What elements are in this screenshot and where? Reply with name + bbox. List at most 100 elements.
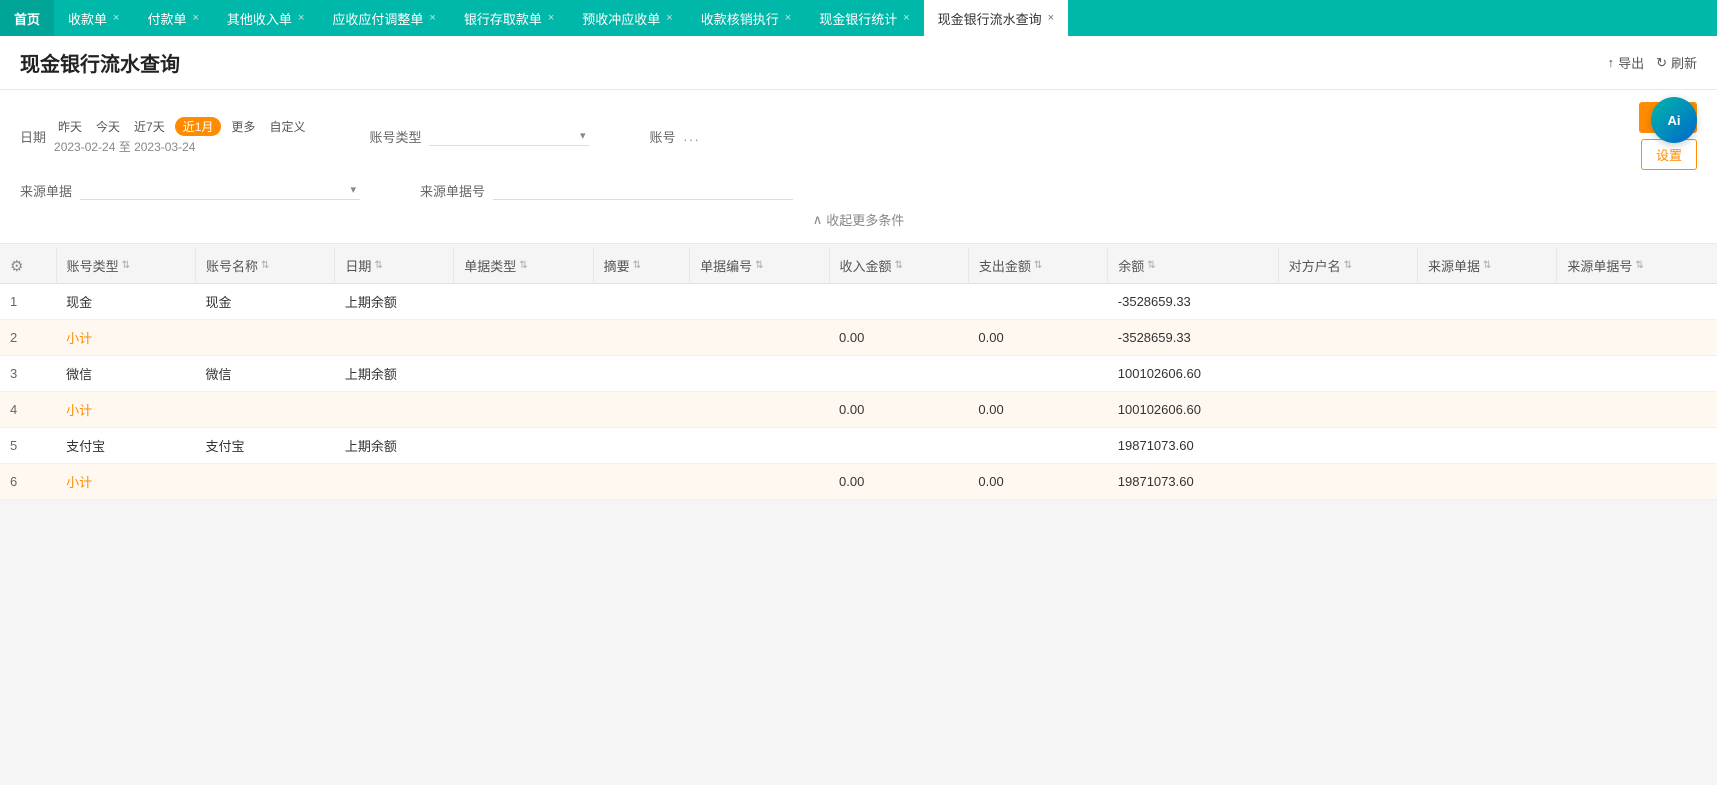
date-shortcut-yesterday[interactable]: 昨天 — [54, 117, 86, 136]
td-doc-type — [454, 284, 593, 320]
td-balance: 100102606.60 — [1108, 356, 1278, 392]
chevron-down-icon: ▾ — [580, 129, 586, 142]
nav-home-label: 首页 — [14, 9, 40, 28]
nav-item-yushou[interactable]: 预收冲应收单× — [568, 0, 686, 36]
close-icon[interactable]: × — [113, 12, 119, 24]
td-balance: 19871073.60 — [1108, 464, 1278, 500]
td-row-no: 4 — [0, 392, 56, 428]
collapse-button[interactable]: ∧ 收起更多条件 — [813, 210, 905, 229]
td-expense — [968, 356, 1107, 392]
td-summary — [593, 320, 689, 356]
settings-button[interactable]: 设置 — [1641, 139, 1697, 170]
nav-home[interactable]: 首页 — [0, 0, 54, 36]
th-expense: 支出金额⇅ — [968, 248, 1107, 284]
close-icon[interactable]: × — [785, 12, 791, 24]
nav-item-fukuan[interactable]: 付款单× — [133, 0, 212, 36]
account-type-select[interactable]: ▾ — [429, 126, 589, 146]
source-doc-label: 来源单据 — [20, 181, 72, 200]
td-account-type: 小计 — [56, 392, 195, 428]
account-type-value — [433, 128, 437, 143]
source-doc-filter-group: 来源单据 ▾ — [20, 180, 360, 200]
td-counterparty — [1278, 284, 1417, 320]
nav-item-shoukuan[interactable]: 收款单× — [54, 0, 133, 36]
sort-icon[interactable]: ⇅ — [755, 260, 763, 271]
date-shortcut-today[interactable]: 今天 — [92, 117, 124, 136]
source-doc-no-input[interactable] — [493, 180, 793, 200]
td-summary — [593, 392, 689, 428]
th-source-doc: 来源单据⇅ — [1418, 248, 1557, 284]
filter-area: 日期 昨天 今天 近7天 近1月 更多 自定义 2023-02-24 至 202… — [0, 90, 1717, 244]
collapse-label: 收起更多条件 — [826, 210, 904, 229]
page-header: 现金银行流水查询 ↑ 导出 ↻ 刷新 — [0, 36, 1717, 90]
sort-icon[interactable]: ⇅ — [519, 260, 527, 271]
td-doc-type — [454, 464, 593, 500]
nav-item-yinhangcunqu[interactable]: 银行存取款单× — [450, 0, 568, 36]
close-icon[interactable]: × — [298, 12, 304, 24]
sort-icon[interactable]: ⇅ — [633, 260, 641, 271]
td-source-doc-no — [1557, 464, 1717, 500]
nav-item-liushui[interactable]: 现金银行流水查询× — [924, 0, 1068, 36]
td-row-no: 1 — [0, 284, 56, 320]
nav-item-tongji[interactable]: 现金银行统计× — [805, 0, 923, 36]
refresh-button[interactable]: ↻ 刷新 — [1656, 53, 1697, 72]
td-account-name — [195, 464, 334, 500]
td-source-doc-no — [1557, 284, 1717, 320]
ai-assistant-button[interactable]: Ai — [1651, 97, 1697, 143]
close-icon[interactable]: × — [903, 12, 909, 24]
nav-item-tiaozheng[interactable]: 应收应付调整单× — [318, 0, 449, 36]
source-doc-select[interactable]: ▾ — [80, 180, 360, 200]
td-income: 0.00 — [829, 464, 968, 500]
sort-icon[interactable]: ⇅ — [895, 260, 903, 271]
close-icon[interactable]: × — [548, 12, 554, 24]
td-account-type: 现金 — [56, 284, 195, 320]
td-doc-no — [690, 320, 829, 356]
close-icon[interactable]: × — [429, 12, 435, 24]
td-row-no: 3 — [0, 356, 56, 392]
th-settings[interactable]: ⚙ — [0, 248, 56, 284]
date-shortcut-custom[interactable]: 自定义 — [265, 117, 309, 136]
sort-icon[interactable]: ⇅ — [1635, 260, 1643, 271]
close-icon[interactable]: × — [666, 12, 672, 24]
settings-cog-icon[interactable]: ⚙ — [10, 258, 23, 275]
td-account-name — [195, 392, 334, 428]
close-icon[interactable]: × — [1048, 12, 1054, 24]
chevron-up-icon: ∧ — [813, 212, 823, 228]
chevron-down-icon: ▾ — [350, 183, 356, 196]
date-label: 日期 — [20, 127, 46, 146]
account-filter-group: 账号 ... — [649, 127, 700, 146]
table-row: 5支付宝支付宝上期余额19871073.60 — [0, 428, 1717, 464]
td-source-doc — [1418, 464, 1557, 500]
th-summary: 摘要⇅ — [593, 248, 689, 284]
sort-icon[interactable]: ⇅ — [1147, 260, 1155, 271]
date-shortcut-1month[interactable]: 近1月 — [175, 117, 222, 136]
sort-icon[interactable]: ⇅ — [261, 260, 269, 271]
header-actions: ↑ 导出 ↻ 刷新 — [1608, 53, 1697, 72]
nav-item-hexiao[interactable]: 收款核销执行× — [687, 0, 805, 36]
source-doc-no-filter-group: 来源单据号 — [420, 180, 793, 200]
sort-icon[interactable]: ⇅ — [1483, 260, 1491, 271]
nav-item-qitashouru[interactable]: 其他收入单× — [213, 0, 318, 36]
table-header-row: ⚙ 账号类型⇅ 账号名称⇅ 日期⇅ 单据类型⇅ 摘要⇅ 单据编号 — [0, 248, 1717, 284]
account-label: 账号 — [649, 127, 675, 146]
td-source-doc-no — [1557, 320, 1717, 356]
sort-icon[interactable]: ⇅ — [1344, 260, 1352, 271]
date-shortcut-7days[interactable]: 近7天 — [130, 117, 169, 136]
td-income — [829, 356, 968, 392]
td-income — [829, 428, 968, 464]
td-counterparty — [1278, 392, 1417, 428]
sort-icon[interactable]: ⇅ — [374, 260, 382, 271]
td-expense: 0.00 — [968, 464, 1107, 500]
export-button[interactable]: ↑ 导出 — [1608, 53, 1645, 72]
td-account-name: 支付宝 — [195, 428, 334, 464]
close-icon[interactable]: × — [192, 12, 198, 24]
th-doc-type: 单据类型⇅ — [454, 248, 593, 284]
sort-icon[interactable]: ⇅ — [122, 260, 130, 271]
ai-label: Ai — [1668, 113, 1681, 128]
td-income: 0.00 — [829, 320, 968, 356]
date-shortcut-more[interactable]: 更多 — [227, 117, 259, 136]
account-type-filter-group: 账号类型 ▾ — [369, 126, 589, 146]
account-dots: ... — [683, 129, 700, 144]
td-doc-type — [454, 356, 593, 392]
table-row: 1现金现金上期余额-3528659.33 — [0, 284, 1717, 320]
sort-icon[interactable]: ⇅ — [1034, 260, 1042, 271]
